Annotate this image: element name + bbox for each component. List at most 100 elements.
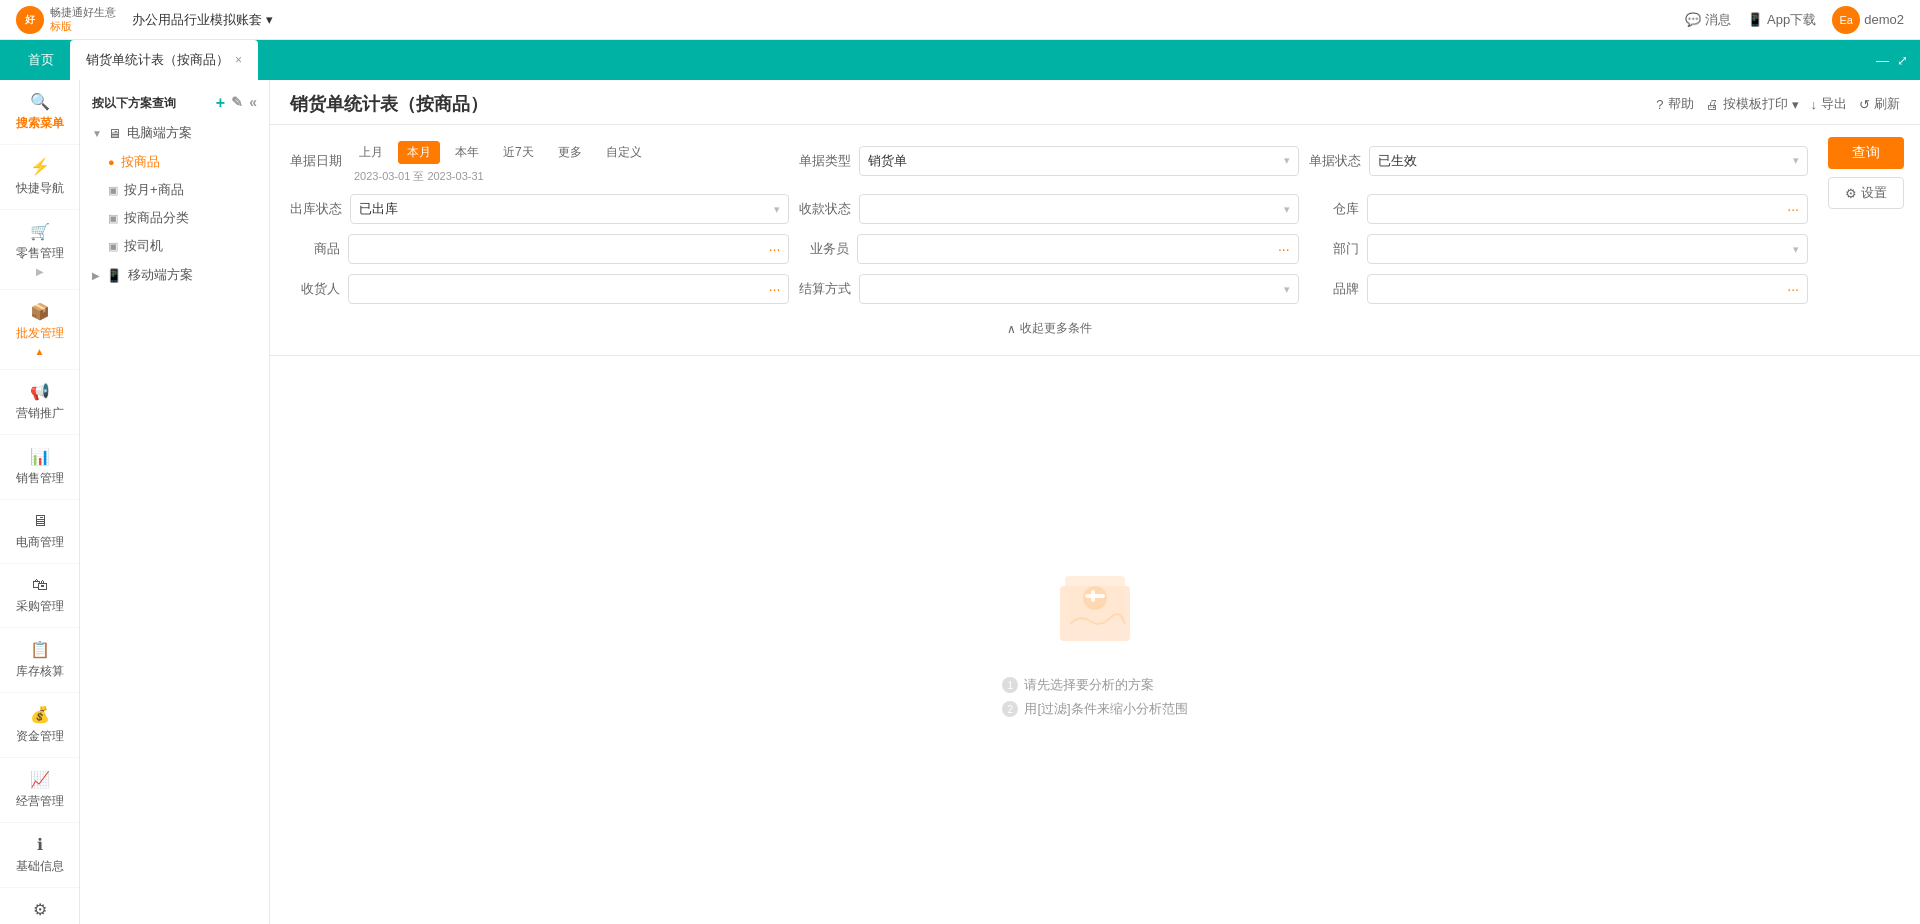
wholesale-icon: 📦 <box>30 302 50 321</box>
message-button[interactable]: 💬 消息 <box>1685 11 1731 29</box>
sidebar-item-search-menu[interactable]: 🔍 搜索菜单 <box>0 80 79 145</box>
doc-type-caret-icon: ▾ <box>1284 154 1290 167</box>
logo-area: 好 畅捷通好生意 标版 <box>16 6 116 34</box>
sidebar-item-inventory[interactable]: 📋 库存核算 <box>0 628 79 693</box>
warehouse-status-filter-item: 出库状态 已出库 ▾ <box>290 194 789 224</box>
scheme-child-by-month-product[interactable]: ▣ 按月+商品 <box>80 176 269 204</box>
department-control: ▾ <box>1367 234 1808 264</box>
sidebar-item-ecommerce[interactable]: 🖥 电商管理 <box>0 500 79 564</box>
refresh-button[interactable]: ↺ 刷新 <box>1859 95 1900 113</box>
doc-status-caret-icon: ▾ <box>1793 154 1799 167</box>
scheme-child-by-category[interactable]: ▣ 按商品分类 <box>80 204 269 232</box>
doc-type-select[interactable]: 销货单 ▾ <box>859 146 1298 176</box>
query-button[interactable]: 查询 <box>1828 137 1904 169</box>
page-actions: ? 帮助 🖨 按模板打印 ▾ ↓ 导出 ↺ 刷新 <box>1656 95 1900 113</box>
warehouse-status-select[interactable]: 已出库 ▾ <box>350 194 789 224</box>
warehouse-control: ··· <box>1367 194 1808 224</box>
basic-info-icon: ℹ <box>37 835 43 854</box>
add-scheme-button[interactable]: + <box>216 94 225 112</box>
filter-row-1: 单据日期 上月 本月 本年 近7天 更多 自定义 20 <box>290 137 1808 184</box>
department-select[interactable]: ▾ <box>1367 234 1808 264</box>
brand-input[interactable]: ··· <box>1367 274 1808 304</box>
brand-label: 品牌 <box>1309 280 1359 298</box>
message-icon: 💬 <box>1685 12 1701 27</box>
chevron-down-icon: ▾ <box>266 12 273 27</box>
doc-status-select[interactable]: 已生效 ▾ <box>1369 146 1808 176</box>
operations-icon: 📈 <box>30 770 50 789</box>
user-profile[interactable]: Ea demo2 <box>1832 6 1904 34</box>
system-icon: ⚙ <box>33 900 47 919</box>
logo-text: 畅捷通好生意 标版 <box>50 6 116 32</box>
date-btn-this-month[interactable]: 本月 <box>398 141 440 164</box>
chevron-right-icon: ▶ <box>36 266 44 277</box>
filter-actions: 查询 ⚙ 设置 <box>1828 125 1920 355</box>
main-panel: 销货单统计表（按商品） ? 帮助 🖨 按模板打印 ▾ ↓ 导出 <box>270 80 1920 924</box>
date-btn-this-year[interactable]: 本年 <box>446 141 488 164</box>
app-selector[interactable]: 办公用品行业模拟账套 ▾ <box>124 11 281 29</box>
tab-sales-stats[interactable]: 销货单统计表（按商品） × <box>70 40 258 80</box>
scheme-tree: ▼ 🖥 电脑端方案 ● 按商品 ▣ 按月+商品 ▣ 按商品分类 ▣ <box>80 118 269 290</box>
minimize-icon: — <box>1876 53 1889 68</box>
product-label: 商品 <box>290 240 340 258</box>
salesman-label: 业务员 <box>799 240 849 258</box>
salesman-input[interactable]: ··· <box>857 234 1298 264</box>
main-layout: 🔍 搜索菜单 ⚡ 快捷导航 🛒 零售管理 ▶ 📦 批发管理 ▲ 📢 营销推广 📊… <box>0 80 1920 924</box>
purchase-icon: 🛍 <box>32 576 48 594</box>
doc-status-control: 已生效 ▾ <box>1369 146 1808 176</box>
date-quick-buttons: 上月 本月 本年 近7天 更多 自定义 <box>350 137 789 167</box>
app-download-button[interactable]: 📱 App下载 <box>1747 11 1816 29</box>
topbar-left: 好 畅捷通好生意 标版 办公用品行业模拟账套 ▾ <box>16 6 281 34</box>
filter-row-3: 商品 ··· 业务员 <box>290 234 1808 264</box>
tab-home[interactable]: 首页 <box>12 40 70 80</box>
sidebar-item-operations[interactable]: 📈 经营管理 <box>0 758 79 823</box>
help-button[interactable]: ? 帮助 <box>1656 95 1693 113</box>
sidebar-item-wholesale[interactable]: 📦 批发管理 ▲ <box>0 290 79 370</box>
settlement-select[interactable]: ▾ <box>859 274 1298 304</box>
sidebar-item-system[interactable]: ⚙ 系统管理 <box>0 888 79 924</box>
sidebar-item-purchase[interactable]: 🛍 采购管理 <box>0 564 79 628</box>
scheme-panel-header: 按以下方案查询 + ✎ « <box>80 88 269 118</box>
export-button[interactable]: ↓ 导出 <box>1811 95 1848 113</box>
cashier-icon: ▣ <box>108 240 118 253</box>
mobile-scheme-node[interactable]: ▶ 📱 移动端方案 <box>80 260 269 290</box>
sidebar-item-retail[interactable]: 🛒 零售管理 ▶ <box>0 210 79 290</box>
tab-close-icon[interactable]: × <box>235 53 242 67</box>
tab-expand[interactable]: — ⤢ <box>1876 53 1908 68</box>
recipient-input[interactable]: ··· <box>348 274 789 304</box>
date-btn-last-month[interactable]: 上月 <box>350 141 392 164</box>
collapse-more-button[interactable]: ∧ 收起更多条件 <box>290 314 1808 343</box>
filter-wrapper: 单据日期 上月 本月 本年 近7天 更多 自定义 20 <box>270 125 1920 356</box>
chevron-up-icon: ▲ <box>35 346 45 357</box>
salesman-filter-item: 业务员 ··· <box>799 234 1298 264</box>
date-btn-7days[interactable]: 近7天 <box>494 141 543 164</box>
page-header: 销货单统计表（按商品） ? 帮助 🖨 按模板打印 ▾ ↓ 导出 <box>270 80 1920 125</box>
brand-control: ··· <box>1367 274 1808 304</box>
collapse-scheme-panel-button[interactable]: « <box>249 94 257 112</box>
date-filter-control: 上月 本月 本年 近7天 更多 自定义 2023-03-01 至 2023-03… <box>350 137 789 184</box>
search-icon: 🔍 <box>30 92 50 111</box>
empty-tip-2: 2 用[过滤]条件来缩小分析范围 <box>1002 700 1187 718</box>
sidebar-item-sales[interactable]: 📊 销售管理 <box>0 435 79 500</box>
warehouse-label: 仓库 <box>1309 200 1359 218</box>
avatar: Ea <box>1832 6 1860 34</box>
scheme-child-by-product[interactable]: ● 按商品 <box>80 148 269 176</box>
doc-status-filter-item: 单据状态 已生效 ▾ <box>1309 137 1808 184</box>
pc-scheme-node[interactable]: ▼ 🖥 电脑端方案 <box>80 118 269 148</box>
print-button[interactable]: 🖨 按模板打印 ▾ <box>1706 95 1799 113</box>
date-btn-custom[interactable]: 自定义 <box>597 141 651 164</box>
receipt-status-select[interactable]: ▾ <box>859 194 1298 224</box>
date-btn-more[interactable]: 更多 <box>549 141 591 164</box>
sidebar-item-finance[interactable]: 💰 资金管理 <box>0 693 79 758</box>
empty-illustration <box>1035 556 1155 656</box>
warehouse-input[interactable]: ··· <box>1367 194 1808 224</box>
sidebar-item-marketing[interactable]: 📢 营销推广 <box>0 370 79 435</box>
sidebar-item-basic-info[interactable]: ℹ 基础信息 <box>0 823 79 888</box>
empty-tips: 1 请先选择要分析的方案 2 用[过滤]条件来缩小分析范围 <box>1002 676 1187 724</box>
settings-button[interactable]: ⚙ 设置 <box>1828 177 1904 209</box>
product-input[interactable]: ··· <box>348 234 789 264</box>
edit-scheme-button[interactable]: ✎ <box>231 94 243 112</box>
scheme-child-by-cashier[interactable]: ▣ 按司机 <box>80 232 269 260</box>
settings-icon: ⚙ <box>1845 186 1857 201</box>
maximize-icon: ⤢ <box>1897 53 1908 68</box>
sidebar-item-quick-nav[interactable]: ⚡ 快捷导航 <box>0 145 79 210</box>
